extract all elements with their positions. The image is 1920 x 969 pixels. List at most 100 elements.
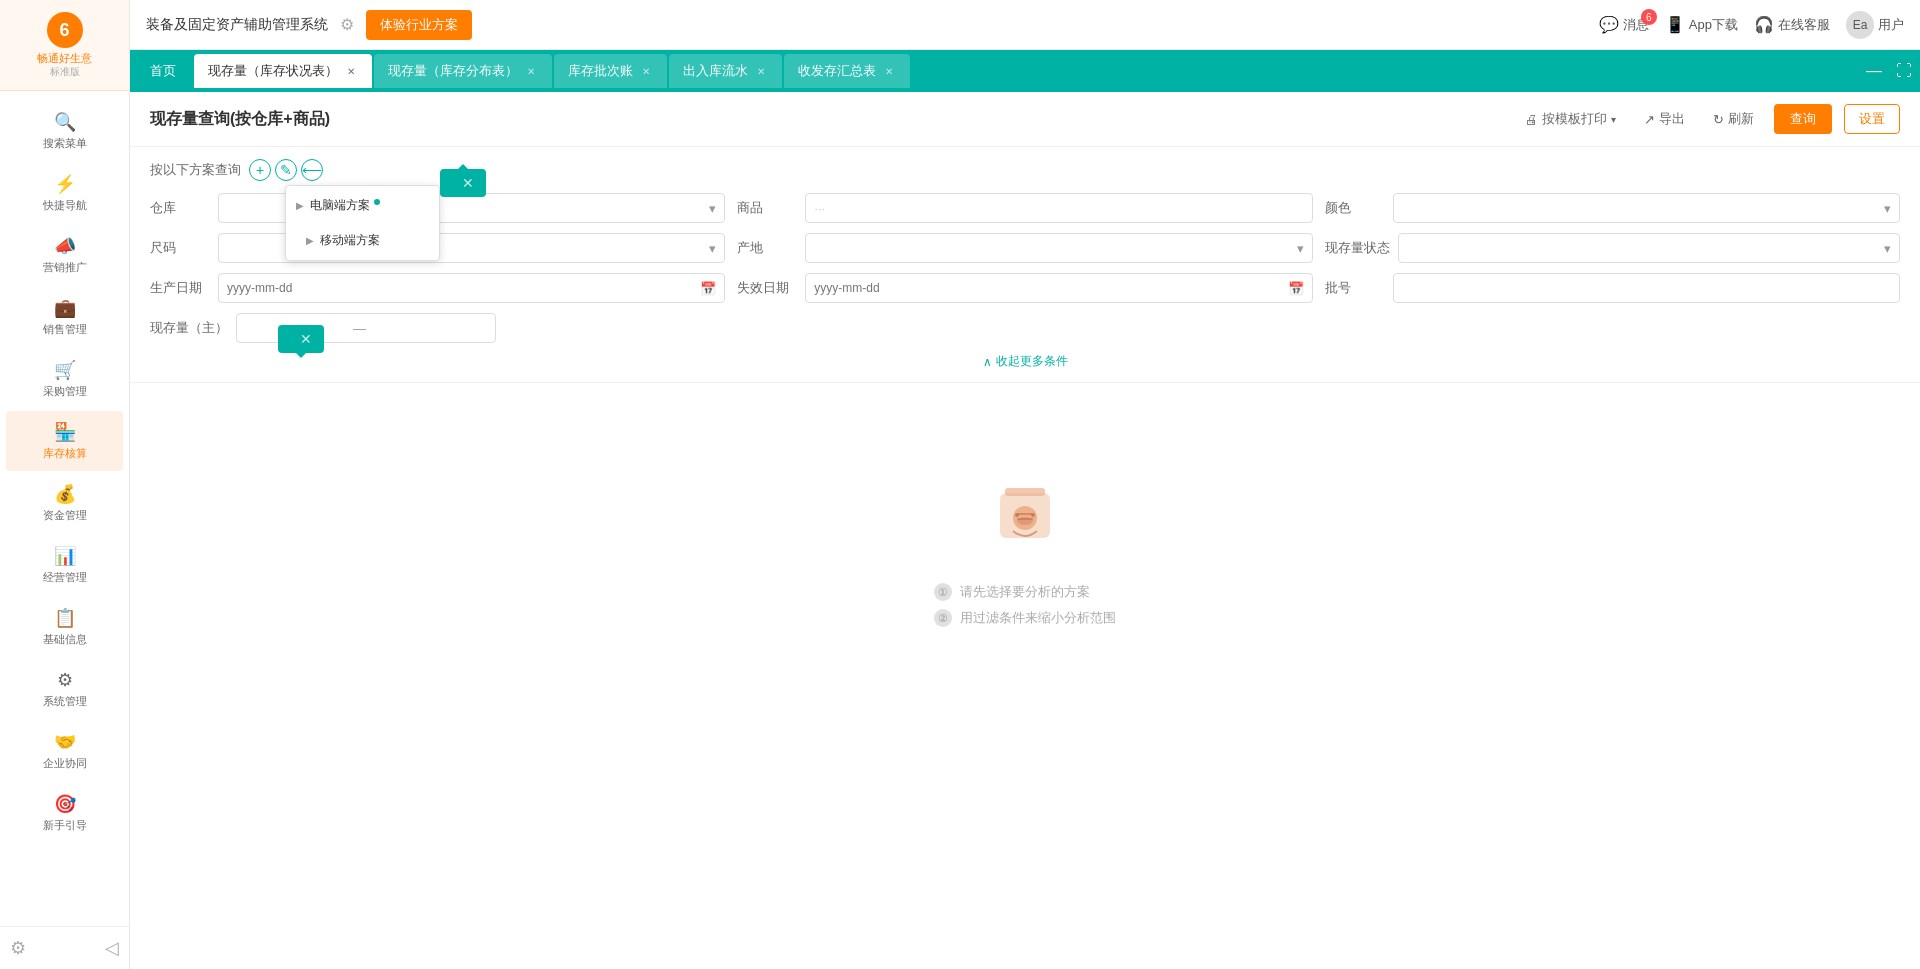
filter-actions: + ✎ ⟵ bbox=[249, 159, 323, 181]
svg-point-7 bbox=[1031, 513, 1035, 517]
sidebar-bottom: ⚙ ◁ bbox=[0, 926, 129, 969]
filter-section-label: 按以下方案查询 bbox=[150, 161, 241, 179]
phone-icon: 📱 bbox=[1665, 15, 1685, 34]
dot-indicator bbox=[372, 197, 382, 207]
stock-status-select[interactable]: ▾ bbox=[1398, 233, 1900, 263]
sidebar-item-guide[interactable]: 🎯 新手引导 bbox=[6, 783, 123, 843]
empty-illustration bbox=[975, 463, 1075, 563]
sidebar-item-sales[interactable]: 💼 销售管理 bbox=[6, 287, 123, 347]
filter-color: 颜色 ▾ bbox=[1325, 193, 1900, 223]
edit-scheme-btn[interactable]: ✎ bbox=[275, 159, 297, 181]
system-title: 装备及固定资产辅助管理系统 bbox=[146, 16, 328, 34]
collapse-btn[interactable]: ∧ 收起更多条件 bbox=[150, 353, 1900, 370]
sales-nav-icon: 💼 bbox=[54, 297, 76, 319]
filter-area: 按以下方案查询 + ✎ ⟵ ▶ 电脑端方案 ▶ 移动端方案 bbox=[130, 147, 1920, 383]
guide-nav-icon: 🎯 bbox=[54, 793, 76, 815]
produce-date-field[interactable] bbox=[227, 281, 696, 295]
color-select-arrow: ▾ bbox=[1884, 201, 1891, 216]
empty-tip-1: ① 请先选择要分析的方案 bbox=[934, 583, 1116, 601]
sidebar-nav: 🔍 搜索菜单 ⚡ 快捷导航 📣 营销推广 💼 销售管理 🛒 采购管理 🏪 库存核… bbox=[0, 91, 129, 926]
user-menu[interactable]: Ea 用户 bbox=[1846, 11, 1904, 39]
tab-inout[interactable]: 出入库流水 ✕ bbox=[669, 54, 782, 88]
filter-produce-date: 生产日期 📅 bbox=[150, 273, 725, 303]
sidebar-item-search[interactable]: 🔍 搜索菜单 bbox=[6, 101, 123, 161]
svg-rect-1 bbox=[1005, 488, 1045, 496]
main-content: 装备及固定资产辅助管理系统 ⚙ 体验行业方案 💬 6 消息 📱 App下载 🎧 … bbox=[130, 0, 1920, 969]
stock-qty-max[interactable] bbox=[374, 321, 474, 336]
select-arrow-icon: ▾ bbox=[709, 201, 716, 216]
expire-date-input[interactable]: 📅 bbox=[805, 273, 1312, 303]
query-btn[interactable]: 查询 bbox=[1774, 104, 1832, 134]
header-settings-icon[interactable]: ⚙ bbox=[340, 15, 354, 34]
filter-row-4: 现存量（主） — bbox=[150, 313, 1900, 343]
svg-rect-4 bbox=[1017, 513, 1033, 515]
schema-item-pc[interactable]: ▶ 电脑端方案 bbox=[286, 192, 439, 219]
message-icon: 💬 bbox=[1599, 15, 1619, 34]
batch-no-input[interactable] bbox=[1393, 273, 1900, 303]
stock-qty-range[interactable]: — bbox=[236, 313, 496, 343]
sidebar-item-finance[interactable]: 💰 资金管理 bbox=[6, 473, 123, 533]
sidebar-item-operation[interactable]: 📊 经营管理 bbox=[6, 535, 123, 595]
tab-close-stock-status[interactable]: ✕ bbox=[344, 64, 358, 78]
sidebar-item-quick[interactable]: ⚡ 快捷导航 bbox=[6, 163, 123, 223]
produce-date-input[interactable]: 📅 bbox=[218, 273, 725, 303]
tab-stock-dist[interactable]: 现存量（库存分布表） ✕ bbox=[374, 54, 552, 88]
page-header: 现存量查询(按仓库+商品) 🖨 按模板打印 ▾ ↗ 导出 ↻ 刷新 查询 设置 bbox=[130, 92, 1920, 147]
print-template-btn[interactable]: 🖨 按模板打印 ▾ bbox=[1517, 106, 1624, 132]
tab-home[interactable]: 首页 bbox=[134, 54, 192, 88]
export-btn[interactable]: ↗ 导出 bbox=[1636, 106, 1693, 132]
tab-maximize-icon[interactable]: ⛶ bbox=[1892, 62, 1916, 80]
tab-close-batch[interactable]: ✕ bbox=[639, 64, 653, 78]
basic-nav-icon: 📋 bbox=[54, 607, 76, 629]
trial-btn[interactable]: 体验行业方案 bbox=[366, 10, 472, 40]
export-icon: ↗ bbox=[1644, 112, 1655, 127]
filter-header: 按以下方案查询 + ✎ ⟵ bbox=[150, 159, 1900, 181]
sidebar-item-marketing[interactable]: 📣 营销推广 bbox=[6, 225, 123, 285]
header-right: 💬 6 消息 📱 App下载 🎧 在线客服 Ea 用户 bbox=[1599, 11, 1904, 39]
corp-nav-icon: 🤝 bbox=[54, 731, 76, 753]
page-content: 现存量查询(按仓库+商品) 🖨 按模板打印 ▾ ↗ 导出 ↻ 刷新 查询 设置 bbox=[130, 92, 1920, 969]
expire-date-field[interactable] bbox=[814, 281, 1283, 295]
origin-arrow-icon: ▾ bbox=[1297, 241, 1304, 256]
tooltip-pc-scheme: ✕ bbox=[440, 169, 486, 197]
tooltip-create-close[interactable]: ✕ bbox=[300, 331, 312, 347]
add-scheme-btn[interactable]: + bbox=[249, 159, 271, 181]
message-btn[interactable]: 💬 6 消息 bbox=[1599, 15, 1649, 34]
setting-btn[interactable]: 设置 bbox=[1844, 104, 1900, 134]
calendar-icon: 📅 bbox=[700, 281, 716, 296]
tab-batch[interactable]: 库存批次账 ✕ bbox=[554, 54, 667, 88]
arrow-icon: ▶ bbox=[296, 200, 304, 211]
app-download-btn[interactable]: 📱 App下载 bbox=[1665, 15, 1738, 34]
expire-calendar-icon: 📅 bbox=[1288, 281, 1304, 296]
tooltip-pc-close[interactable]: ✕ bbox=[462, 175, 474, 191]
sidebar-item-inventory[interactable]: 🏪 库存核算 bbox=[6, 411, 123, 471]
back-scheme-btn[interactable]: ⟵ bbox=[301, 159, 323, 181]
tab-close-collect[interactable]: ✕ bbox=[882, 64, 896, 78]
tab-close-stock-dist[interactable]: ✕ bbox=[524, 64, 538, 78]
tab-close-inout[interactable]: ✕ bbox=[754, 64, 768, 78]
sidebar-item-purchase[interactable]: 🛒 采购管理 bbox=[6, 349, 123, 409]
tab-minimize-icon[interactable]: — bbox=[1862, 62, 1886, 80]
refresh-btn[interactable]: ↻ 刷新 bbox=[1705, 106, 1762, 132]
color-select[interactable]: ▾ bbox=[1393, 193, 1900, 223]
sidebar-item-basic[interactable]: 📋 基础信息 bbox=[6, 597, 123, 657]
filter-expire-date: 失效日期 📅 bbox=[737, 273, 1312, 303]
sidebar-item-corp[interactable]: 🤝 企业协同 bbox=[6, 721, 123, 781]
schema-panel: ▶ 电脑端方案 ▶ 移动端方案 bbox=[285, 185, 440, 261]
tab-collect[interactable]: 收发存汇总表 ✕ bbox=[784, 54, 910, 88]
header-left: 装备及固定资产辅助管理系统 ⚙ 体验行业方案 bbox=[146, 10, 472, 40]
tab-bar: 首页 现存量（库存状况表） ✕ 现存量（库存分布表） ✕ 库存批次账 ✕ 出入库… bbox=[130, 50, 1920, 92]
tab-stock-status[interactable]: 现存量（库存状况表） ✕ bbox=[194, 54, 372, 88]
purchase-nav-icon: 🛒 bbox=[54, 359, 76, 381]
origin-select[interactable]: ▾ bbox=[805, 233, 1312, 263]
header: 装备及固定资产辅助管理系统 ⚙ 体验行业方案 💬 6 消息 📱 App下载 🎧 … bbox=[130, 0, 1920, 50]
svg-point-6 bbox=[1015, 513, 1019, 517]
logo: 6 畅通好生意 标准版 bbox=[0, 0, 129, 91]
settings-icon[interactable]: ⚙ bbox=[10, 937, 26, 959]
online-support-btn[interactable]: 🎧 在线客服 bbox=[1754, 15, 1830, 34]
finance-nav-icon: 💰 bbox=[54, 483, 76, 505]
sidebar-item-system[interactable]: ⚙ 系统管理 bbox=[6, 659, 123, 719]
schema-item-mobile[interactable]: ▶ 移动端方案 bbox=[286, 227, 439, 254]
goods-select[interactable]: ··· bbox=[805, 193, 1312, 223]
collapse-icon[interactable]: ◁ bbox=[105, 937, 119, 959]
